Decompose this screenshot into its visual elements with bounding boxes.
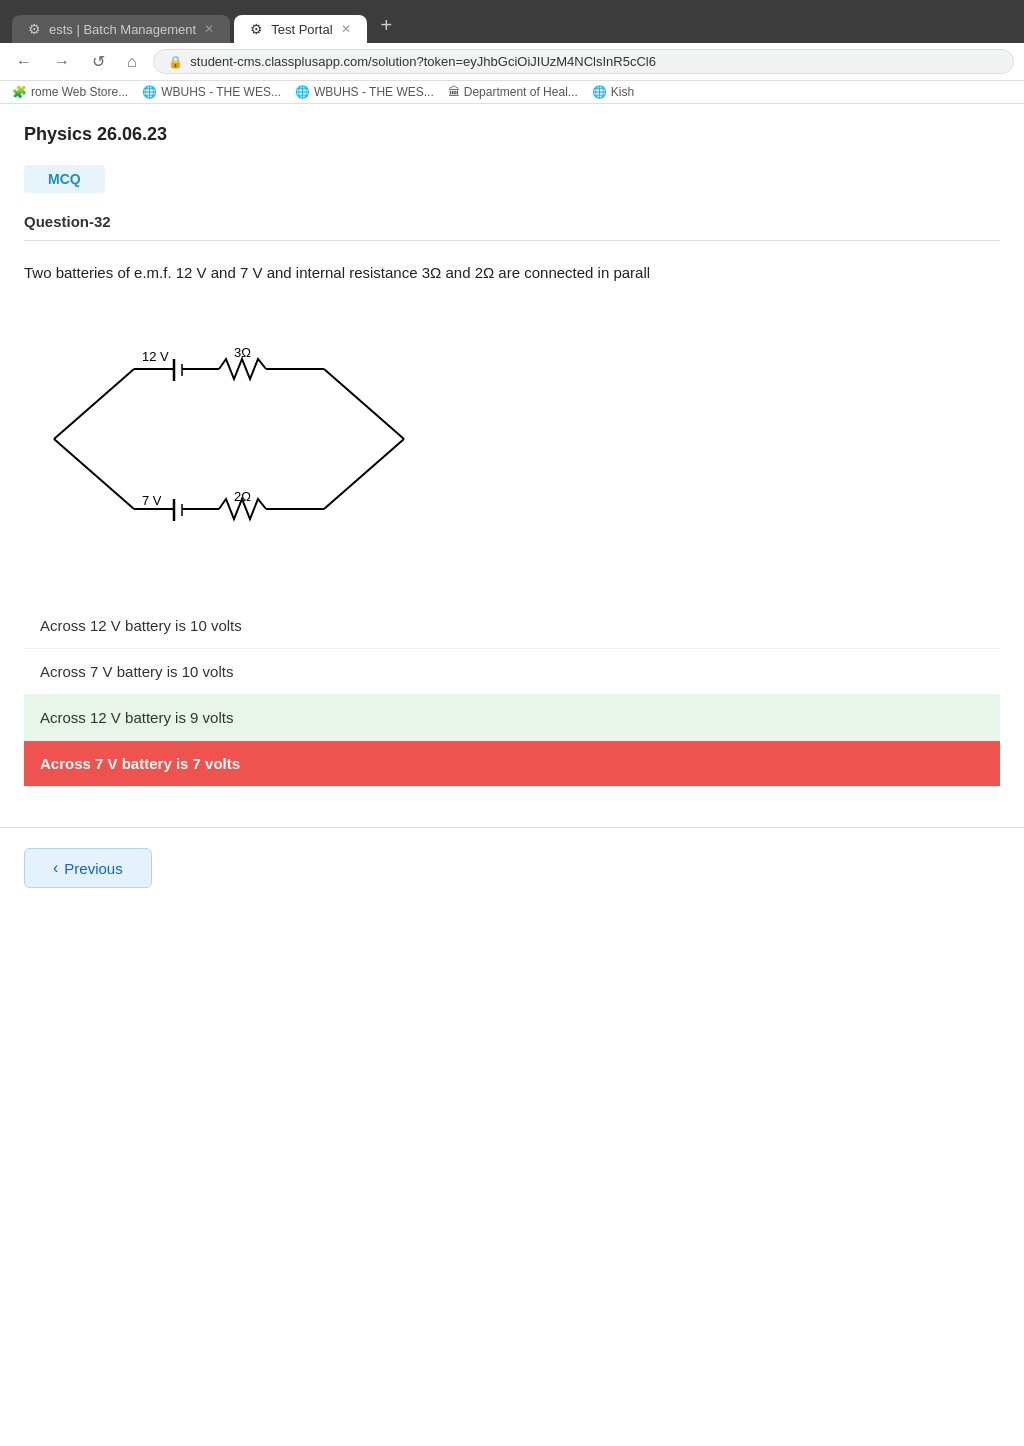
previous-label: Previous xyxy=(64,860,122,877)
bookmark-web-store[interactable]: 🧩 rome Web Store... xyxy=(12,85,128,99)
url-text: student-cms.classplusapp.com/solution?to… xyxy=(190,54,656,69)
tab-icon-1: ⚙ xyxy=(28,21,41,37)
circuit-diagram: 12 V 3Ω 7 V 2Ω xyxy=(34,309,1000,573)
tab-label-2: Test Portal xyxy=(271,22,332,37)
lock-icon: 🔒 xyxy=(168,55,183,69)
nav-footer: ‹ Previous xyxy=(0,827,1024,908)
bookmark-kish[interactable]: 🌐 Kish xyxy=(592,85,634,99)
question-label: Question-32 xyxy=(24,213,1000,230)
back-button[interactable]: ← xyxy=(10,51,38,73)
options-list: Across 12 V battery is 10 volts Across 7… xyxy=(24,603,1000,787)
bookmarks-bar: 🧩 rome Web Store... 🌐 WBUHS - THE WES...… xyxy=(0,81,1024,104)
bookmark-icon-1: 🌐 xyxy=(142,85,157,99)
tab-close-1[interactable]: ✕ xyxy=(204,22,214,36)
bookmark-wbuhs-2[interactable]: 🌐 WBUHS - THE WES... xyxy=(295,85,434,99)
page-title: Physics 26.06.23 xyxy=(24,124,1000,145)
bookmark-label-1: WBUHS - THE WES... xyxy=(161,85,281,99)
url-input[interactable]: 🔒 student-cms.classplusapp.com/solution?… xyxy=(153,49,1014,74)
address-bar: ← → ↺ ⌂ 🔒 student-cms.classplusapp.com/s… xyxy=(0,43,1024,81)
bookmark-label-2: WBUHS - THE WES... xyxy=(314,85,434,99)
tab-close-2[interactable]: ✕ xyxy=(341,22,351,36)
bookmark-label-3: Department of Heal... xyxy=(464,85,578,99)
forward-button[interactable]: → xyxy=(48,51,76,73)
bookmark-icon-4: 🌐 xyxy=(592,85,607,99)
svg-line-13 xyxy=(324,439,404,509)
svg-text:12 V: 12 V xyxy=(142,349,169,364)
svg-text:7 V: 7 V xyxy=(142,493,162,508)
bookmark-icon-3: 🏛 xyxy=(448,85,460,99)
browser-chrome: ⚙ ests | Batch Management ✕ ⚙ Test Porta… xyxy=(0,0,1024,43)
page-content: Physics 26.06.23 MCQ Question-32 Two bat… xyxy=(0,104,1024,807)
svg-text:2Ω: 2Ω xyxy=(234,489,251,504)
bookmark-wbuhs-1[interactable]: 🌐 WBUHS - THE WES... xyxy=(142,85,281,99)
option-a[interactable]: Across 12 V battery is 10 volts xyxy=(24,603,1000,649)
question-text: Two batteries of e.m.f. 12 V and 7 V and… xyxy=(24,261,1000,285)
tab-label-1: ests | Batch Management xyxy=(49,22,196,37)
chevron-left-icon: ‹ xyxy=(53,859,58,877)
option-b[interactable]: Across 7 V battery is 10 volts xyxy=(24,649,1000,695)
bookmark-icon-2: 🌐 xyxy=(295,85,310,99)
svg-line-6 xyxy=(324,369,404,439)
option-d-wrong[interactable]: Across 7 V battery is 7 volts xyxy=(24,741,1000,787)
svg-line-0 xyxy=(54,369,134,439)
divider xyxy=(24,240,1000,241)
bookmark-label-0: rome Web Store... xyxy=(31,85,128,99)
new-tab-button[interactable]: + xyxy=(371,8,403,43)
reload-button[interactable]: ↺ xyxy=(86,50,111,73)
bookmark-label-4: Kish xyxy=(611,85,634,99)
option-c-correct[interactable]: Across 12 V battery is 9 volts xyxy=(24,695,1000,741)
home-button[interactable]: ⌂ xyxy=(121,51,143,73)
svg-text:3Ω: 3Ω xyxy=(234,345,251,360)
circuit-svg: 12 V 3Ω 7 V 2Ω xyxy=(34,309,434,569)
bookmark-icon-0: 🧩 xyxy=(12,85,27,99)
tab-batch-management[interactable]: ⚙ ests | Batch Management ✕ xyxy=(12,15,230,43)
tab-bar: ⚙ ests | Batch Management ✕ ⚙ Test Porta… xyxy=(12,8,1012,43)
mcq-badge: MCQ xyxy=(24,165,105,193)
svg-line-7 xyxy=(54,439,134,509)
tab-icon-2: ⚙ xyxy=(250,21,263,37)
previous-button[interactable]: ‹ Previous xyxy=(24,848,152,888)
tab-test-portal[interactable]: ⚙ Test Portal ✕ xyxy=(234,15,366,43)
bookmark-dept-health[interactable]: 🏛 Department of Heal... xyxy=(448,85,578,99)
